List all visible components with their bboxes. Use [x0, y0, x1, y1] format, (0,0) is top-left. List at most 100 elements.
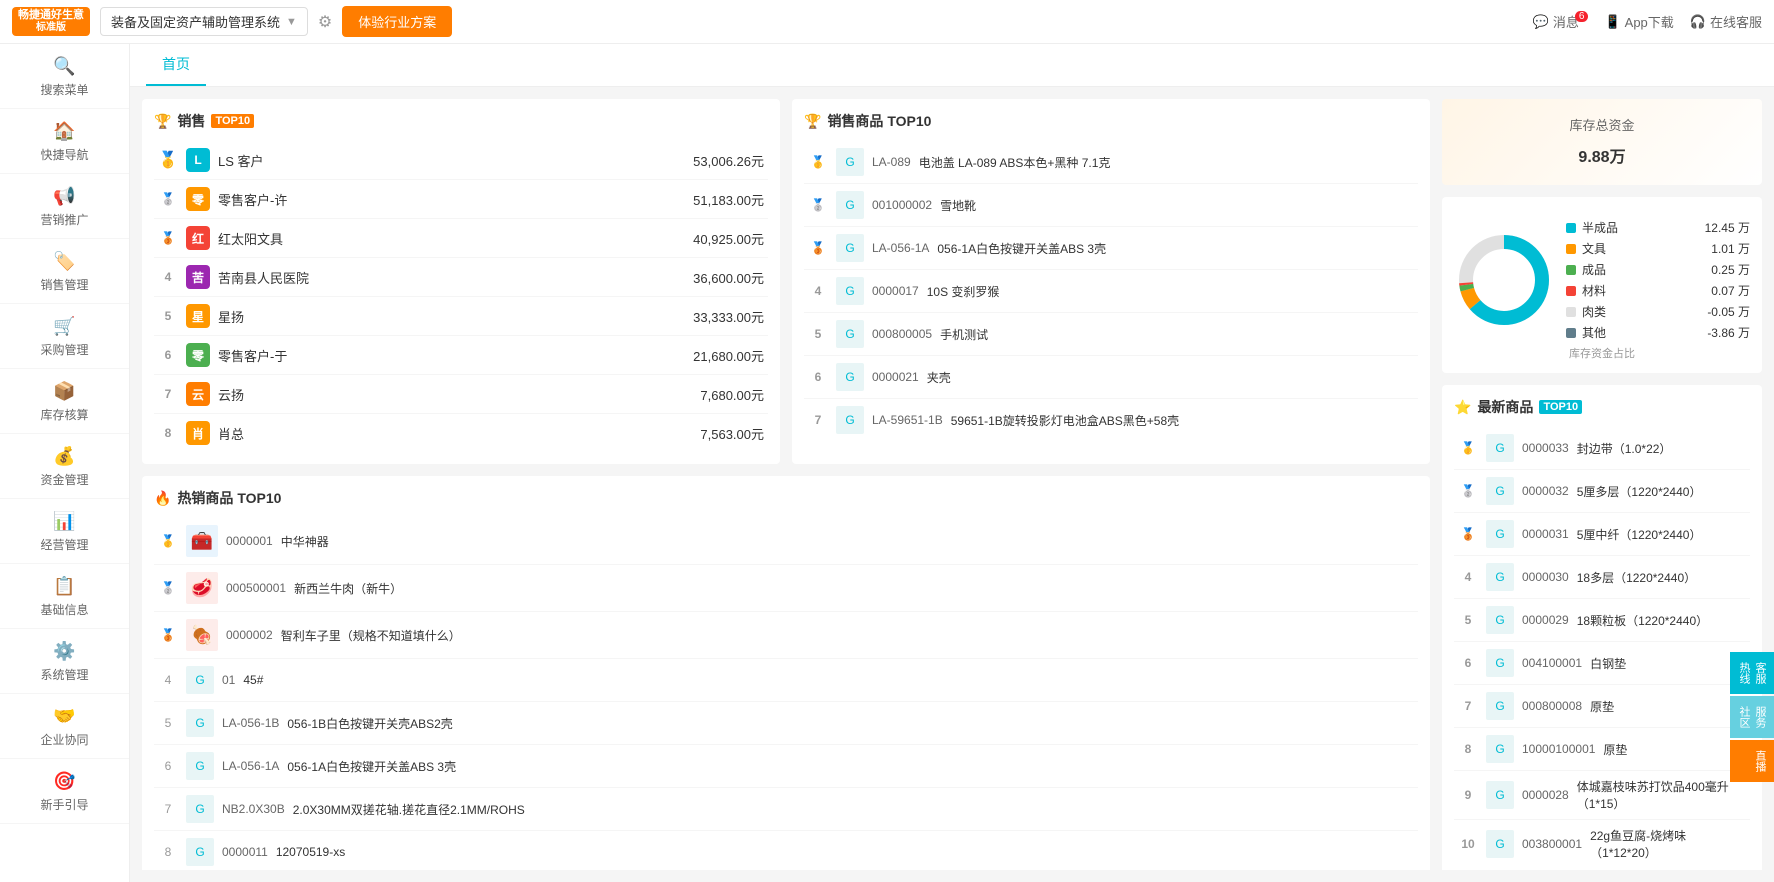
- message-badge: 6: [1575, 11, 1589, 22]
- product-name: 中华神器: [281, 533, 1414, 550]
- rank-num: 4: [158, 673, 178, 687]
- rank-num: 6: [1458, 656, 1478, 670]
- donut-section: 半成品 12.45 万 文具 1.01 万 成品 0: [1454, 219, 1750, 341]
- message-icon: 💬: [1533, 14, 1549, 30]
- logo: 畅捷通好生意 标准版: [12, 7, 90, 36]
- legend-label: 其他: [1582, 324, 1701, 341]
- rank-num: 5: [808, 327, 828, 341]
- product-code: 0000017: [872, 284, 919, 298]
- avatar: 肖: [186, 421, 210, 445]
- avatar: 星: [186, 304, 210, 328]
- product-code: 0000032: [1522, 484, 1569, 498]
- rank-num: 6: [158, 348, 178, 362]
- legend-dot: [1566, 265, 1576, 275]
- product-name: 雪地靴: [940, 197, 1414, 214]
- chevron-down-icon: ▼: [286, 16, 297, 28]
- sidebar-item-shortcut[interactable]: 🏠 快捷导航: [0, 109, 129, 174]
- legend-value: -0.05 万: [1707, 303, 1750, 320]
- product-name: 056-1A白色按键开关盖ABS 3壳: [287, 758, 1414, 775]
- donut-legend: 半成品 12.45 万 文具 1.01 万 成品 0: [1566, 219, 1750, 341]
- title-text2: 销售商品 TOP10: [827, 111, 931, 131]
- product-code: LA-056-1B: [222, 716, 279, 730]
- live-button[interactable]: 直播: [1730, 740, 1774, 782]
- customer-service-button[interactable]: 客服热线: [1730, 652, 1774, 694]
- product-name: 45#: [243, 673, 1414, 687]
- product-image: 🍖: [186, 619, 218, 651]
- rank-num: 4: [158, 270, 178, 284]
- online-service-item[interactable]: 🎧 在线客服: [1690, 12, 1762, 31]
- sidebar-search-label: 搜索菜单: [40, 81, 88, 98]
- hot-products-title: 🔥 热销商品 TOP10: [154, 488, 1418, 508]
- list-item: 6 G LA-056-1A 056-1A白色按键开关盖ABS 3壳: [154, 745, 1418, 788]
- rank-num: 7: [158, 802, 178, 816]
- tab-home[interactable]: 首页: [146, 44, 206, 86]
- sidebar-shortcut-label: 快捷导航: [40, 146, 88, 163]
- list-item: 5 G LA-056-1B 056-1B白色按键开关壳ABS2壳: [154, 702, 1418, 745]
- sidebar-purchase-label: 采购管理: [40, 341, 88, 358]
- product-code: LA-056-1A: [872, 241, 929, 255]
- sidebar-item-sales[interactable]: 🏷️ 销售管理: [0, 239, 129, 304]
- table-row: 7 云 云扬 7,680.00元: [154, 375, 768, 414]
- table-row: 6 G 0000021 夹壳: [804, 356, 1418, 399]
- product-code: 003800001: [1522, 837, 1582, 851]
- rank-num: 8: [1458, 742, 1478, 756]
- hot-products-card: 🔥 热销商品 TOP10 🥇 🧰 0000001 中华神器 🥈 🥩: [142, 476, 1430, 870]
- customer-rank-list: 🥇 L LS 客户 53,006.26元 🥈 零 零售客户-许 51,183.0…: [154, 141, 768, 452]
- sidebar: 🔍 搜索菜单 🏠 快捷导航 📢 营销推广 🏷️ 销售管理 🛒 采购管理 📦 库存…: [0, 44, 130, 882]
- legend-value: 0.25 万: [1711, 261, 1750, 278]
- customer-name: 星扬: [218, 307, 685, 326]
- legend-item: 材料 0.07 万: [1566, 282, 1750, 299]
- legend-value: 12.45 万: [1705, 219, 1750, 236]
- product-icon: G: [186, 666, 214, 694]
- rank-num: 7: [808, 413, 828, 427]
- rank-medal: 🥇: [1458, 441, 1478, 455]
- avatar: 零: [186, 187, 210, 211]
- list-item: 8 G 10000100001 原垫: [1454, 728, 1750, 771]
- online-service-label: 在线客服: [1710, 12, 1762, 31]
- product-icon: G: [836, 191, 864, 219]
- product-name: 原垫: [1590, 698, 1746, 715]
- product-name: 59651-1B旋转投影灯电池盒ABS黑色+58壳: [951, 412, 1414, 429]
- sidebar-item-guide[interactable]: 🎯 新手引导: [0, 759, 129, 824]
- gear-icon[interactable]: ⚙: [318, 12, 332, 32]
- search-icon: 🔍: [53, 56, 75, 77]
- product-name: 白钢垫: [1590, 655, 1746, 672]
- trial-button[interactable]: 体验行业方案: [342, 6, 452, 37]
- product-icon: G: [836, 277, 864, 305]
- product-name: 封边带（1.0*22）: [1577, 440, 1746, 457]
- message-item[interactable]: 💬 消息 6: [1533, 12, 1589, 31]
- legend-item: 半成品 12.45 万: [1566, 219, 1750, 236]
- customer-value: 36,600.00元: [693, 268, 764, 287]
- table-row: 🥉 红 红太阳文具 40,925.00元: [154, 219, 768, 258]
- product-code: 0000011: [222, 845, 268, 859]
- rank-num: 10: [1458, 837, 1478, 851]
- avatar: 苦: [186, 265, 210, 289]
- rank-num: 5: [1458, 613, 1478, 627]
- sidebar-item-operations[interactable]: 📊 经营管理: [0, 499, 129, 564]
- sidebar-item-purchase[interactable]: 🛒 采购管理: [0, 304, 129, 369]
- system-selector[interactable]: 装备及固定资产辅助管理系统 ▼: [100, 7, 308, 36]
- sidebar-item-marketing[interactable]: 📢 营销推广: [0, 174, 129, 239]
- app-download-label: App下载: [1625, 12, 1674, 31]
- app-download-item[interactable]: 📱 App下载: [1604, 12, 1673, 31]
- list-item: 🥉 🍖 0000002 智利车子里（规格不知道填什么）: [154, 612, 1418, 659]
- list-item: 7 G 000800008 原垫: [1454, 685, 1750, 728]
- trophy-icon2: 🏆: [804, 113, 821, 130]
- list-item: 4 G 01 45#: [154, 659, 1418, 702]
- base-icon: 📋: [53, 576, 75, 597]
- sidebar-item-system[interactable]: ⚙️ 系统管理: [0, 629, 129, 694]
- sidebar-item-finance[interactable]: 💰 资金管理: [0, 434, 129, 499]
- sidebar-item-base[interactable]: 📋 基础信息: [0, 564, 129, 629]
- star-icon: ⭐: [1454, 399, 1471, 416]
- sidebar-item-enterprise[interactable]: 🤝 企业协同: [0, 694, 129, 759]
- sidebar-item-search[interactable]: 🔍 搜索菜单: [0, 44, 129, 109]
- sidebar-item-inventory[interactable]: 📦 库存核算: [0, 369, 129, 434]
- headset-icon: 🎧: [1690, 14, 1706, 30]
- legend-dot: [1566, 244, 1576, 254]
- service-community-button[interactable]: 服务社区: [1730, 696, 1774, 738]
- legend-dot: [1566, 286, 1576, 296]
- list-item: 🥇 G 0000033 封边带（1.0*22）: [1454, 427, 1750, 470]
- product-icon: G: [186, 752, 214, 780]
- new-product-list: 🥇 G 0000033 封边带（1.0*22） 🥈 G 0000032 5厘多层…: [1454, 427, 1750, 868]
- float-buttons: 客服热线 服务社区 直播: [1730, 652, 1774, 782]
